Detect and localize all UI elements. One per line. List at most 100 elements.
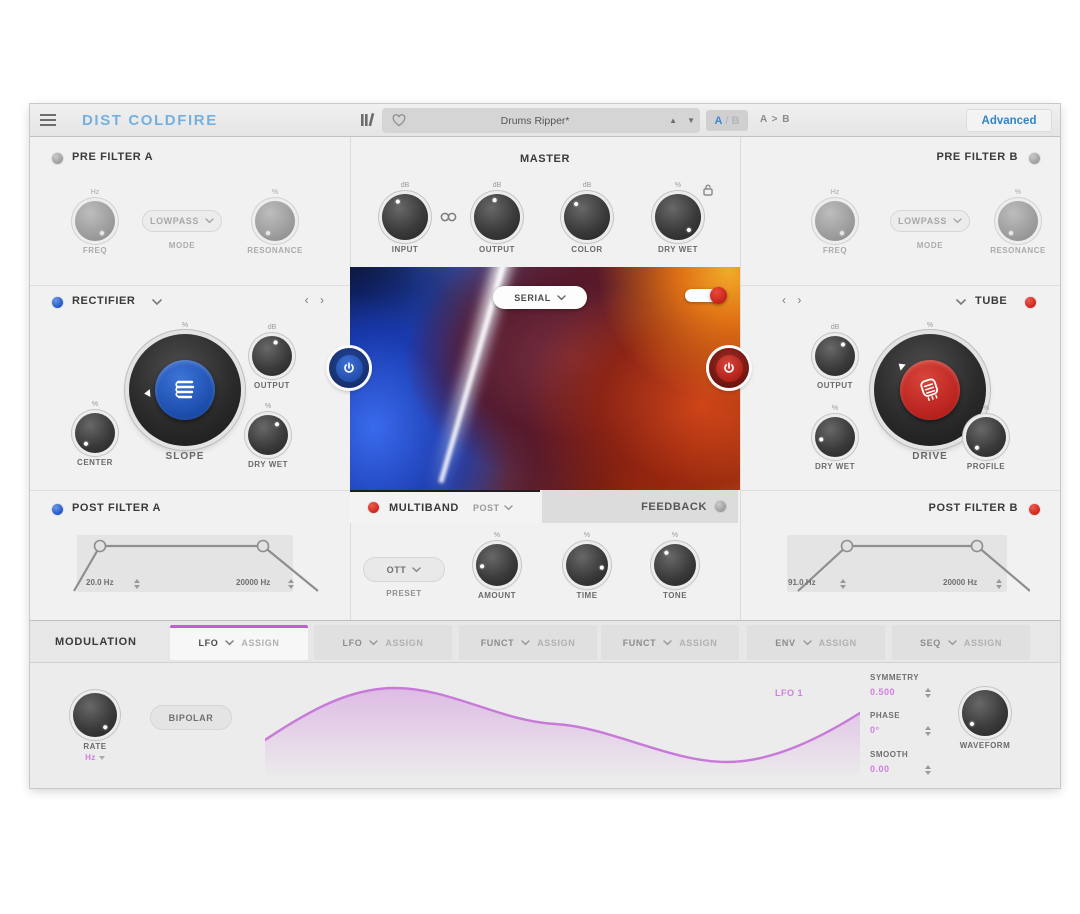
multiband-amount-knob[interactable]: % AMOUNT: [452, 531, 542, 600]
lfo-waveform-display[interactable]: [265, 675, 860, 780]
amount-knob-dial[interactable]: [476, 544, 518, 586]
output-knob-dial[interactable]: [815, 336, 855, 376]
profile-knob-dial[interactable]: [966, 417, 1006, 457]
advanced-button[interactable]: Advanced: [966, 109, 1052, 132]
chevron-down-icon[interactable]: [152, 299, 162, 306]
post-filter-a-led[interactable]: [52, 504, 63, 515]
master-input-knob[interactable]: dB INPUT: [360, 181, 450, 254]
freq-knob-dial[interactable]: [75, 201, 115, 241]
low-freq-stepper[interactable]: [134, 579, 140, 589]
high-freq-value[interactable]: 20000 Hz: [236, 578, 270, 587]
hamburger-menu-icon[interactable]: [40, 114, 56, 126]
chevron-down-icon[interactable]: [803, 640, 812, 646]
phase-stepper[interactable]: [925, 726, 931, 736]
chevron-down-icon[interactable]: [956, 299, 966, 306]
smooth-stepper[interactable]: [925, 765, 931, 775]
ab-toggle-a[interactable]: A: [715, 115, 723, 127]
center-knob-dial[interactable]: [75, 413, 115, 453]
lfo-waveform-knob[interactable]: WAVEFORM: [940, 690, 1030, 750]
feedback-tab[interactable]: FEEDBACK: [542, 490, 738, 523]
feedback-tone-knob[interactable]: % TONE: [630, 531, 720, 600]
heart-icon[interactable]: [392, 114, 406, 127]
chevron-down-icon[interactable]: [504, 505, 513, 511]
feedback-led[interactable]: [715, 501, 726, 512]
tube-led[interactable]: [1025, 297, 1036, 308]
routing-balance-toggle[interactable]: [685, 288, 727, 303]
pre-filter-b-mode-dropdown[interactable]: LOWPASS: [890, 210, 970, 232]
high-cut-handle[interactable]: [258, 541, 269, 552]
effect-prev-next-arrows[interactable]: ‹ ›: [782, 293, 805, 307]
multiband-tab[interactable]: MULTIBAND POST: [350, 490, 540, 523]
time-knob-dial[interactable]: [566, 544, 608, 586]
preset-prev-icon[interactable]: ▲: [664, 116, 682, 125]
rate-unit-dropdown[interactable]: Hz: [85, 753, 105, 762]
pre-filter-b-led[interactable]: [1029, 153, 1040, 164]
color-knob-dial[interactable]: [564, 194, 610, 240]
tube-profile-knob[interactable]: % PROFILE: [941, 404, 1031, 471]
mod-tab-lfo-1[interactable]: LFO ASSIGN: [170, 625, 308, 660]
bipolar-toggle[interactable]: BIPOLAR: [150, 705, 232, 730]
low-freq-value[interactable]: 20.0 Hz: [86, 578, 114, 587]
waveform-knob-dial[interactable]: [962, 690, 1008, 736]
low-freq-stepper[interactable]: [840, 579, 846, 589]
pre-filter-a-freq-knob[interactable]: Hz FREQ: [50, 188, 140, 255]
pre-filter-a-mode-dropdown[interactable]: LOWPASS: [142, 210, 222, 232]
chevron-down-icon[interactable]: [225, 640, 234, 646]
assign-button[interactable]: ASSIGN: [385, 638, 423, 648]
rectifier-dry-wet-knob[interactable]: % DRY WET: [223, 402, 313, 469]
post-filter-b-graph[interactable]: [780, 533, 1030, 595]
mod-tab-seq[interactable]: SEQ ASSIGN: [892, 625, 1030, 660]
rate-knob-dial[interactable]: [73, 693, 117, 737]
rectifier-center-knob[interactable]: % CENTER: [50, 400, 140, 467]
mod-tab-funct-1[interactable]: FUNCT ASSIGN: [459, 625, 597, 660]
symmetry-value[interactable]: 0.500: [870, 687, 895, 697]
smooth-value[interactable]: 0.00: [870, 764, 890, 774]
dry-wet-knob-dial[interactable]: [815, 417, 855, 457]
preset-next-icon[interactable]: ▼: [682, 116, 700, 125]
mod-tab-env[interactable]: ENV ASSIGN: [747, 625, 885, 660]
output-knob-dial[interactable]: [474, 194, 520, 240]
ab-toggle-b[interactable]: B: [732, 115, 740, 127]
chevron-down-icon[interactable]: [663, 640, 672, 646]
assign-button[interactable]: ASSIGN: [241, 638, 279, 648]
effect-prev-next-arrows[interactable]: ‹ ›: [305, 293, 328, 307]
low-freq-value[interactable]: 91.0 Hz: [788, 578, 816, 587]
resonance-knob-dial[interactable]: [998, 201, 1038, 241]
lfo-rate-knob[interactable]: RATE Hz: [50, 693, 140, 762]
symmetry-stepper[interactable]: [925, 688, 931, 698]
assign-button[interactable]: ASSIGN: [679, 638, 717, 648]
chevron-down-icon[interactable]: [369, 640, 378, 646]
mod-tab-lfo-2[interactable]: LFO ASSIGN: [314, 625, 452, 660]
assign-button[interactable]: ASSIGN: [964, 638, 1002, 648]
multiband-led[interactable]: [368, 502, 379, 513]
master-output-knob[interactable]: dB OUTPUT: [452, 181, 542, 254]
rectifier-led[interactable]: [52, 297, 63, 308]
preset-name[interactable]: Drums Ripper*: [406, 115, 664, 127]
preset-browser-bar[interactable]: Drums Ripper* ▲ ▼: [382, 108, 700, 133]
phase-value[interactable]: 0°: [870, 725, 880, 735]
feedback-time-knob[interactable]: % TIME: [542, 531, 632, 600]
routing-mode-dropdown[interactable]: SERIAL: [493, 286, 587, 309]
lock-icon[interactable]: [702, 183, 714, 197]
chevron-down-icon[interactable]: [521, 640, 530, 646]
pre-filter-a-resonance-knob[interactable]: % RESONANCE: [230, 188, 320, 255]
mod-tab-funct-2[interactable]: FUNCT ASSIGN: [601, 625, 739, 660]
post-filter-b-led[interactable]: [1029, 504, 1040, 515]
tube-power-button[interactable]: [709, 348, 749, 388]
tone-knob-dial[interactable]: [654, 544, 696, 586]
tube-dry-wet-knob[interactable]: % DRY WET: [790, 404, 880, 471]
assign-button[interactable]: ASSIGN: [819, 638, 857, 648]
high-freq-value[interactable]: 20000 Hz: [943, 578, 977, 587]
input-knob-dial[interactable]: [382, 194, 428, 240]
multiband-preset-dropdown[interactable]: OTT: [363, 557, 445, 582]
high-cut-handle[interactable]: [972, 541, 983, 552]
pre-filter-b-resonance-knob[interactable]: % RESONANCE: [973, 188, 1063, 255]
high-freq-stepper[interactable]: [996, 579, 1002, 589]
low-cut-handle[interactable]: [842, 541, 853, 552]
dry-wet-knob-dial[interactable]: [248, 415, 288, 455]
rectifier-power-button[interactable]: [329, 348, 369, 388]
freq-knob-dial[interactable]: [815, 201, 855, 241]
resonance-knob-dial[interactable]: [255, 201, 295, 241]
master-color-knob[interactable]: dB COLOR: [542, 181, 632, 254]
ab-toggle[interactable]: A / B: [706, 110, 748, 131]
